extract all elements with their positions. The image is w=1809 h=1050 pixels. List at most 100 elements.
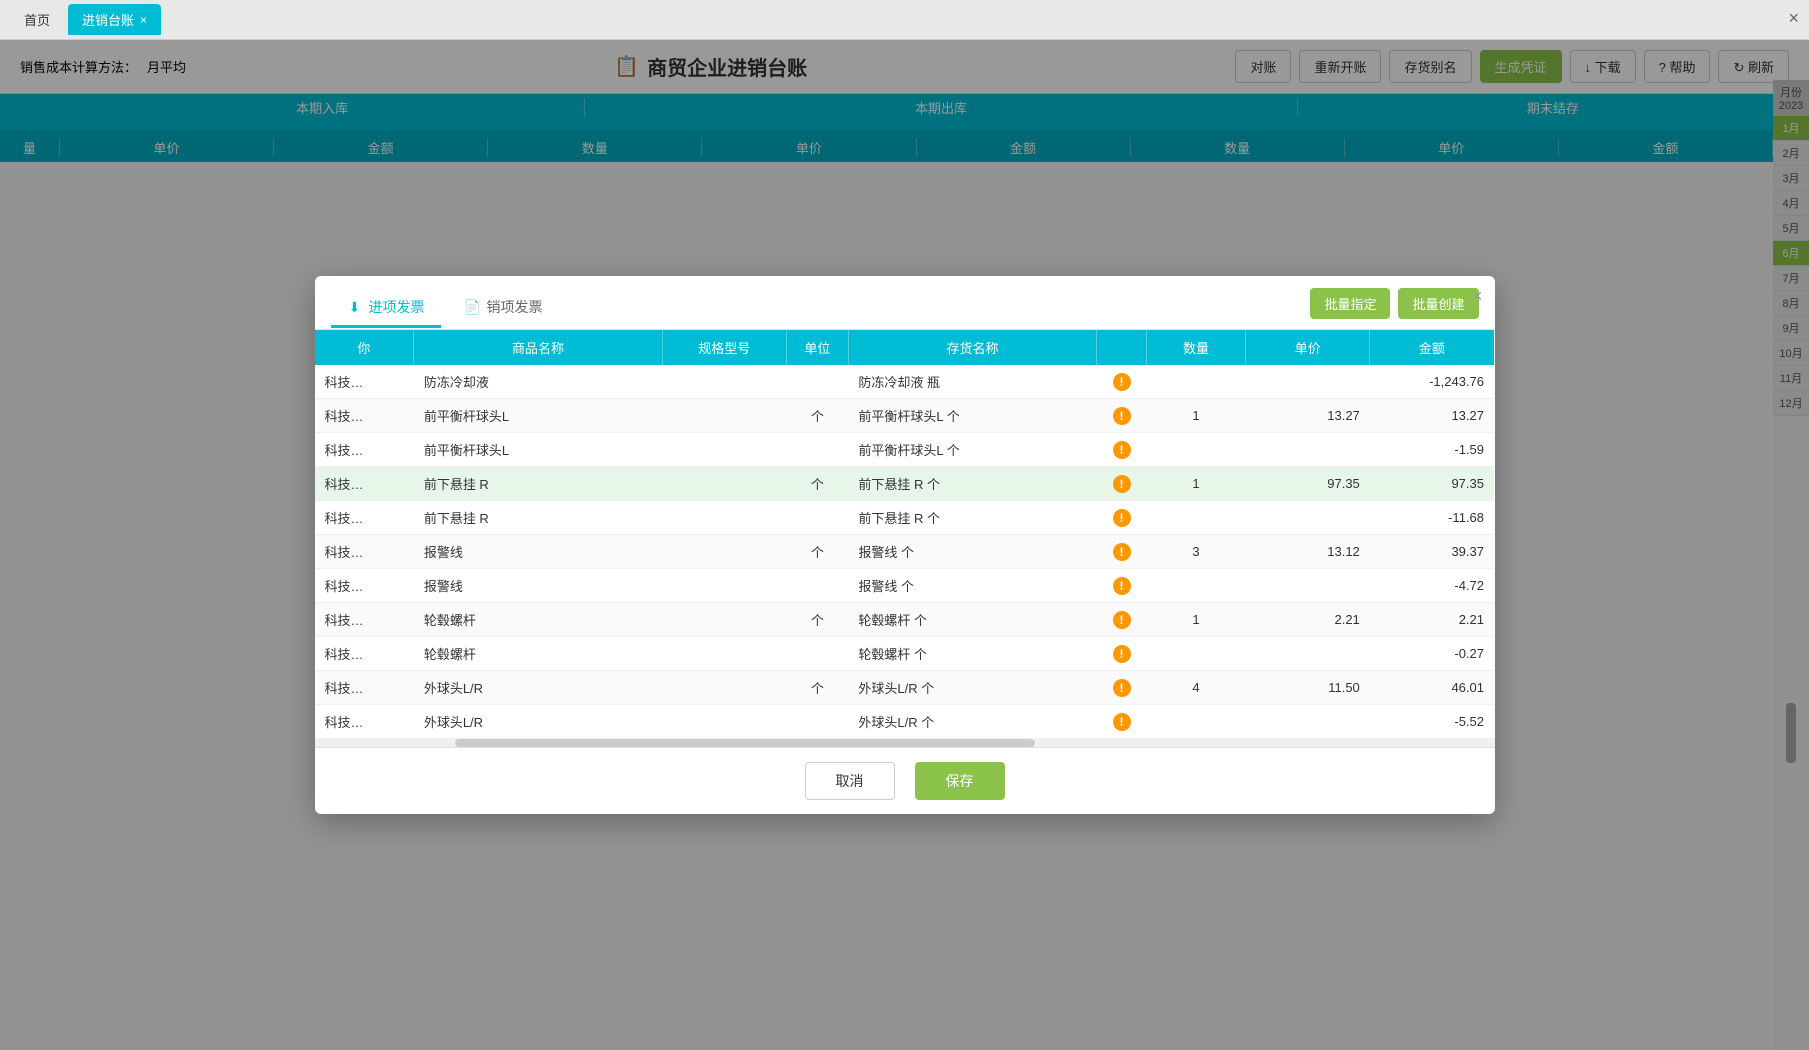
cell-unit — [786, 569, 848, 603]
table-row[interactable]: 科技… 外球头L/R 个 外球头L/R 个 ! 4 11.50 46.01 — [315, 671, 1495, 705]
cancel-button[interactable]: 取消 — [805, 762, 895, 800]
col-spec: 规格型号 — [662, 330, 786, 365]
cell-product: 外球头L/R — [414, 671, 662, 705]
table-row[interactable]: 科技… 前平衡杆球头L 个 前平衡杆球头L 个 ! 1 13.27 13.27 — [315, 399, 1495, 433]
batch-create-button[interactable]: 批量创建 — [1398, 288, 1478, 319]
outgoing-invoice-icon: 📄 — [465, 299, 481, 315]
cell-price — [1246, 705, 1370, 739]
tab-ledger-label: 进销台账 — [82, 10, 134, 29]
table-row[interactable]: 科技… 报警线 个 报警线 个 ! 3 13.12 39.37 — [315, 535, 1495, 569]
cell-company: 科技… — [315, 365, 414, 399]
cell-inventory: 前下悬挂 R 个 — [848, 501, 1096, 535]
tab-home-label: 首页 — [24, 13, 50, 28]
cell-price: 97.35 — [1246, 467, 1370, 501]
warning-icon: ! — [1113, 713, 1131, 731]
tab-home[interactable]: 首页 — [10, 4, 64, 35]
cell-product: 前平衡杆球头L — [414, 433, 662, 467]
incoming-invoice-icon: ⬇ — [347, 299, 363, 315]
cell-amount: -1.59 — [1370, 433, 1494, 467]
cell-spec — [662, 705, 786, 739]
table-row[interactable]: 科技… 防冻冷却液 防冻冷却液 瓶 ! -1,243.76 — [315, 365, 1495, 399]
modal-dialog: ⬇ 进项发票 📄 销项发票 批量指定 批量创建 × 你 — [315, 276, 1495, 814]
warning-icon: ! — [1113, 577, 1131, 595]
cell-product: 轮毂螺杆 — [414, 603, 662, 637]
cell-product: 前下悬挂 R — [414, 467, 662, 501]
modal-actions: 批量指定 批量创建 — [1310, 288, 1478, 329]
cell-warning-icon: ! — [1097, 535, 1147, 569]
warning-icon: ! — [1113, 407, 1131, 425]
cell-spec — [662, 637, 786, 671]
tab-ledger[interactable]: 进销台账 × — [68, 4, 161, 35]
table-row[interactable]: 科技… 前下悬挂 R 前下悬挂 R 个 ! -11.68 — [315, 501, 1495, 535]
cell-company: 科技… — [315, 705, 414, 739]
table-row[interactable]: 科技… 外球头L/R 外球头L/R 个 ! -5.52 — [315, 705, 1495, 739]
save-button[interactable]: 保存 — [915, 762, 1005, 800]
invoice-table: 你 商品名称 规格型号 单位 存货名称 数量 单价 金额 科技… — [315, 330, 1495, 739]
cell-spec — [662, 399, 786, 433]
cell-spec — [662, 501, 786, 535]
cell-price — [1246, 637, 1370, 671]
cell-price — [1246, 501, 1370, 535]
cell-price: 11.50 — [1246, 671, 1370, 705]
cell-product: 报警线 — [414, 535, 662, 569]
cell-spec — [662, 671, 786, 705]
cell-inventory: 外球头L/R 个 — [848, 671, 1096, 705]
warning-icon: ! — [1113, 373, 1131, 391]
cell-warning-icon: ! — [1097, 399, 1147, 433]
cell-unit: 个 — [786, 535, 848, 569]
cell-amount: -4.72 — [1370, 569, 1494, 603]
cell-qty: 4 — [1146, 671, 1245, 705]
table-scrollbar[interactable] — [315, 739, 1495, 747]
scrollbar-thumb[interactable] — [455, 739, 1035, 747]
cell-inventory: 报警线 个 — [848, 535, 1096, 569]
cell-product: 前下悬挂 R — [414, 501, 662, 535]
cell-warning-icon: ! — [1097, 365, 1147, 399]
cell-unit: 个 — [786, 399, 848, 433]
cell-qty — [1146, 637, 1245, 671]
table-row[interactable]: 科技… 轮毂螺杆 个 轮毂螺杆 个 ! 1 2.21 2.21 — [315, 603, 1495, 637]
warning-icon: ! — [1113, 543, 1131, 561]
warning-icon: ! — [1113, 679, 1131, 697]
tab-incoming-invoice[interactable]: ⬇ 进项发票 — [331, 289, 441, 328]
cell-product: 轮毂螺杆 — [414, 637, 662, 671]
main-area: 销售成本计算方法： 月平均 📋 商贸企业进销台账 对账 重新开账 存货别名 生成… — [0, 40, 1809, 1050]
table-row[interactable]: 科技… 前下悬挂 R 个 前下悬挂 R 个 ! 1 97.35 97.35 — [315, 467, 1495, 501]
cell-spec — [662, 569, 786, 603]
cell-product: 外球头L/R — [414, 705, 662, 739]
cell-company: 科技… — [315, 637, 414, 671]
cell-amount: -5.52 — [1370, 705, 1494, 739]
tab-outgoing-invoice[interactable]: 📄 销项发票 — [449, 289, 559, 328]
cell-price: 13.12 — [1246, 535, 1370, 569]
cell-unit — [786, 637, 848, 671]
cell-inventory: 报警线 个 — [848, 569, 1096, 603]
col-product: 商品名称 — [414, 330, 662, 365]
col-warning — [1097, 330, 1147, 365]
tab-bar: 首页 进销台账 × × — [0, 0, 1809, 40]
batch-assign-button[interactable]: 批量指定 — [1310, 288, 1390, 319]
cell-product: 前平衡杆球头L — [414, 399, 662, 433]
cell-warning-icon: ! — [1097, 705, 1147, 739]
cell-qty — [1146, 705, 1245, 739]
table-row[interactable]: 科技… 前平衡杆球头L 前平衡杆球头L 个 ! -1.59 — [315, 433, 1495, 467]
table-row[interactable]: 科技… 轮毂螺杆 轮毂螺杆 个 ! -0.27 — [315, 637, 1495, 671]
col-price: 单价 — [1246, 330, 1370, 365]
cell-unit: 个 — [786, 467, 848, 501]
cell-spec — [662, 365, 786, 399]
cell-company: 科技… — [315, 535, 414, 569]
cell-inventory: 外球头L/R 个 — [848, 705, 1096, 739]
modal-close-button[interactable]: × — [1472, 286, 1483, 307]
table-row[interactable]: 科技… 报警线 报警线 个 ! -4.72 — [315, 569, 1495, 603]
cell-product: 防冻冷却液 — [414, 365, 662, 399]
cell-warning-icon: ! — [1097, 603, 1147, 637]
cell-qty — [1146, 433, 1245, 467]
tab-ledger-close[interactable]: × — [140, 13, 147, 27]
cell-qty: 1 — [1146, 399, 1245, 433]
modal-table-wrap: 你 商品名称 规格型号 单位 存货名称 数量 单价 金额 科技… — [315, 330, 1495, 739]
cell-amount: 2.21 — [1370, 603, 1494, 637]
col-inventory: 存货名称 — [848, 330, 1096, 365]
cell-warning-icon: ! — [1097, 433, 1147, 467]
cell-warning-icon: ! — [1097, 569, 1147, 603]
cell-spec — [662, 467, 786, 501]
cell-company: 科技… — [315, 399, 414, 433]
app-close-button[interactable]: × — [1788, 8, 1799, 29]
